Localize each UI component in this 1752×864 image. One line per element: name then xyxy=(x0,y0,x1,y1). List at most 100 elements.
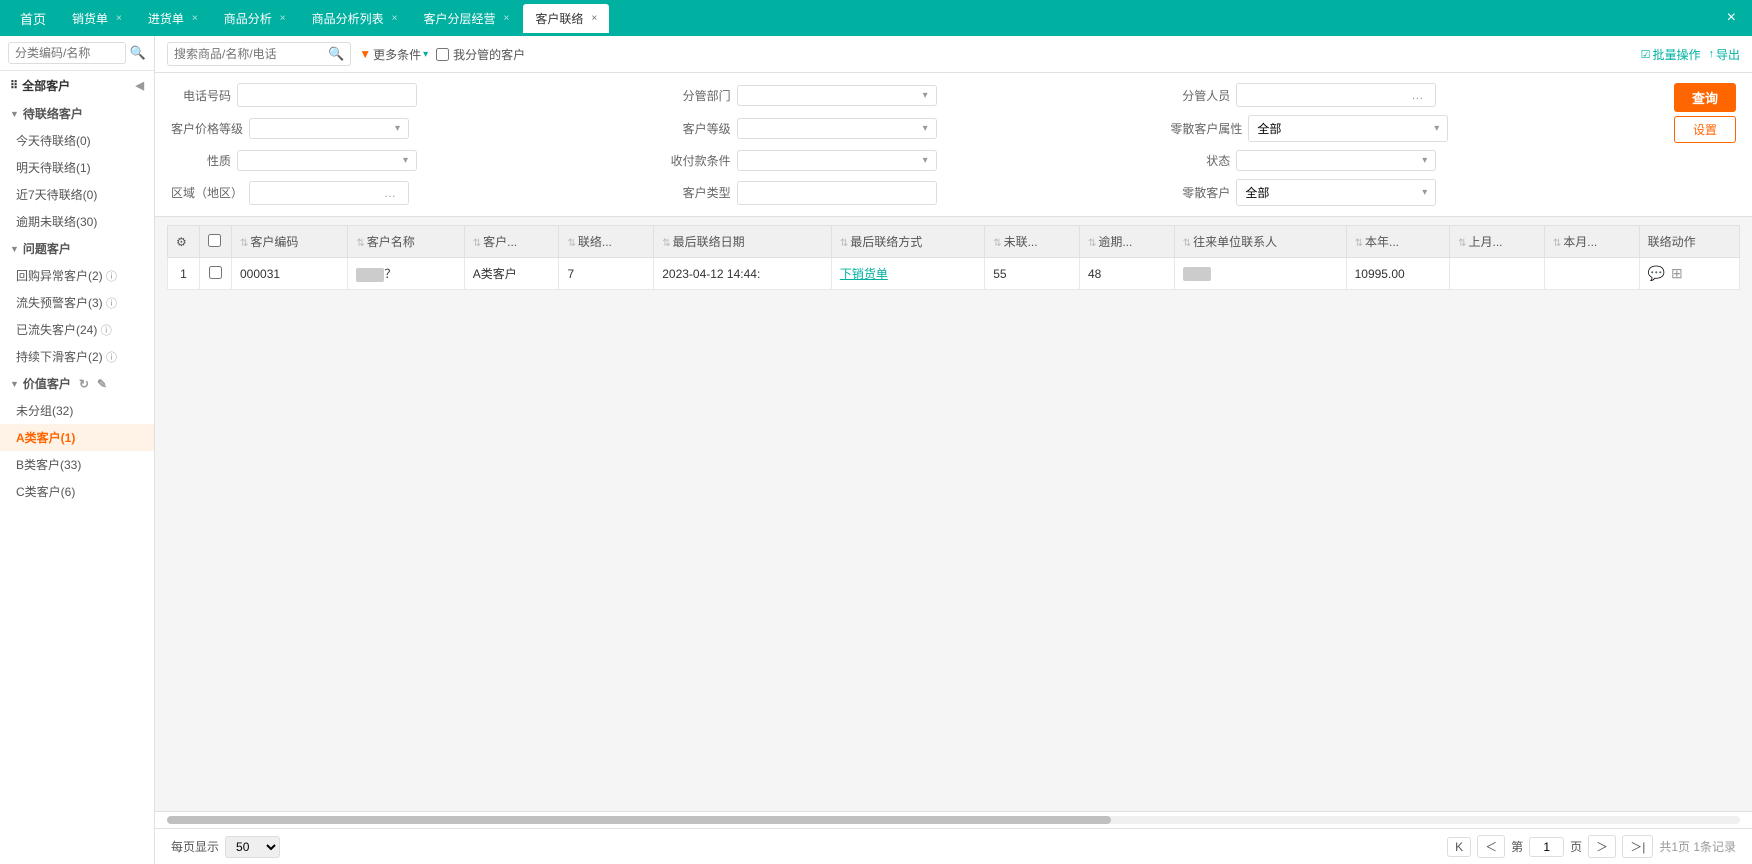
chevron-down-icon: ▾ xyxy=(403,155,408,166)
nav-tab-purchase[interactable]: 进货单 × xyxy=(136,4,210,33)
page-number-input[interactable] xyxy=(1529,837,1564,857)
sidebar-section-problem[interactable]: ▼ 问题客户 xyxy=(0,235,154,262)
cell-last-method[interactable]: 下销货单 xyxy=(831,258,984,290)
filter-row-2: 客户价格等级 ▾ 客户等级 ▾ xyxy=(171,115,1646,142)
sidebar-item-repurchase[interactable]: 回购异常客户(2) ⓘ xyxy=(0,262,154,289)
first-page-btn[interactable]: K xyxy=(1447,837,1471,857)
my-customers-checkbox[interactable] xyxy=(436,48,449,61)
filter-label-retail: 零散客户 xyxy=(1170,184,1230,201)
col-last-month[interactable]: ⇅上月... xyxy=(1450,226,1545,258)
search-input[interactable] xyxy=(174,47,324,61)
filter-dept-select[interactable]: ▾ xyxy=(737,85,937,106)
close-tab-customer-segment[interactable]: × xyxy=(503,13,509,24)
sidebar-item-ungrouped[interactable]: 未分组(32) xyxy=(0,397,154,424)
close-tab-customer-contact[interactable]: × xyxy=(591,13,597,24)
query-button[interactable]: 查询 xyxy=(1674,83,1736,112)
nav-tab-customer-contact[interactable]: 客户联络 × xyxy=(523,4,609,33)
filter-label-retail-attr: 零散客户属性 xyxy=(1170,120,1242,137)
page-size-area: 每页显示 50 20 100 xyxy=(171,836,280,858)
chevron-down-icon: ▾ xyxy=(923,90,928,101)
qr-action-icon[interactable]: ⊞ xyxy=(1671,265,1683,282)
filter-region-select[interactable]: … xyxy=(249,181,409,205)
search-icon[interactable]: 🔍 xyxy=(328,46,344,62)
cell-contacts: 7 xyxy=(559,258,654,290)
cell-overdue: 48 xyxy=(1079,258,1174,290)
close-tab-purchase[interactable]: × xyxy=(192,13,198,24)
close-tab-product-list[interactable]: × xyxy=(392,13,398,24)
col-unlinked[interactable]: ⇅未联... xyxy=(985,226,1080,258)
last-method-link[interactable]: 下销货单 xyxy=(840,267,888,281)
sidebar-item-overdue[interactable]: 逾期未联络(30) xyxy=(0,208,154,235)
refresh-icon[interactable]: ↻ xyxy=(79,377,89,391)
more-dots-icon[interactable]: … xyxy=(380,186,400,200)
filter-payment-select[interactable]: ▾ xyxy=(737,150,937,171)
filter-person-select[interactable]: … xyxy=(1236,83,1436,107)
prev-page-btn[interactable]: ＜ xyxy=(1477,835,1505,858)
filter-phone-input[interactable] xyxy=(237,83,417,107)
sidebar-item-declining[interactable]: 持续下滑客户(2) ⓘ xyxy=(0,343,154,370)
more-filter-btn[interactable]: ▼ 更多条件 ▾ xyxy=(359,46,428,63)
sidebar-item-a-class[interactable]: A类客户(1) xyxy=(0,424,154,451)
sidebar-section-pending[interactable]: ▼ 待联络客户 xyxy=(0,100,154,127)
row-checkbox[interactable] xyxy=(209,266,222,279)
filter-price-select[interactable]: ▾ xyxy=(249,118,409,139)
nav-tab-customer-segment[interactable]: 客户分层经营 × xyxy=(411,4,521,33)
filter-label-phone: 电话号码 xyxy=(171,87,231,104)
col-last-date[interactable]: ⇅最后联络日期 xyxy=(654,226,832,258)
col-this-year[interactable]: ⇅本年... xyxy=(1346,226,1449,258)
filter-status-select[interactable]: ▾ xyxy=(1236,150,1436,171)
sidebar-search-icon[interactable]: 🔍 xyxy=(130,45,146,61)
col-contact-person[interactable]: ⇅往来单位联系人 xyxy=(1174,226,1346,258)
col-settings[interactable]: ⚙ xyxy=(168,226,200,258)
sidebar-collapse-btn[interactable]: ◀ xyxy=(136,79,144,92)
chevron-down-icon: ▾ xyxy=(423,49,428,60)
col-action: 联络动作 xyxy=(1639,226,1739,258)
filter-customer-type-input[interactable] xyxy=(737,181,937,205)
col-overdue[interactable]: ⇅逾期... xyxy=(1079,226,1174,258)
filter-retail-attr-select[interactable]: 全部 ▾ xyxy=(1248,115,1448,142)
batch-op-btn[interactable]: ☑ 批量操作 xyxy=(1641,46,1701,63)
filter-nature-select[interactable]: ▾ xyxy=(237,150,417,171)
export-btn[interactable]: ↑ 导出 xyxy=(1708,46,1740,63)
sidebar-item-b-class[interactable]: B类客户(33) xyxy=(0,451,154,478)
sidebar-item-c-class[interactable]: C类客户(6) xyxy=(0,478,154,505)
more-dots-icon[interactable]: … xyxy=(1407,88,1427,102)
nav-home[interactable]: 首页 xyxy=(8,3,58,34)
filter-customer-level-select[interactable]: ▾ xyxy=(737,118,937,139)
sidebar-item-tomorrow[interactable]: 明天待联络(1) xyxy=(0,154,154,181)
close-tab-product-analysis[interactable]: × xyxy=(280,13,286,24)
sidebar-item-today[interactable]: 今天待联络(0) xyxy=(0,127,154,154)
sidebar-section-value[interactable]: ▼ 价值客户 ↻ ✎ xyxy=(0,370,154,397)
page-size-select[interactable]: 50 20 100 xyxy=(225,836,280,858)
search-box: 🔍 xyxy=(167,42,351,66)
cell-this-month xyxy=(1544,258,1639,290)
cell-contact-person xyxy=(1174,258,1346,290)
sidebar-item-7days[interactable]: 近7天待联络(0) xyxy=(0,181,154,208)
settings-button[interactable]: 设置 xyxy=(1674,116,1736,143)
cell-actions: 💬 ⊞ xyxy=(1639,258,1739,290)
table-area: ⚙ ⇅客户编码 ⇅客户名称 ⇅客户... ⇅联络... ⇅最后联络日期 ⇅最后联… xyxy=(155,217,1752,811)
close-tab-sales[interactable]: × xyxy=(116,13,122,24)
filter-retail-select[interactable]: 全部 ▾ xyxy=(1236,179,1436,206)
select-all-checkbox[interactable] xyxy=(208,234,221,247)
sidebar-search-input[interactable] xyxy=(8,42,126,64)
chat-action-icon[interactable]: 💬 xyxy=(1648,265,1665,282)
nav-tab-product-analysis[interactable]: 商品分析 × xyxy=(212,4,298,33)
nav-tab-sales[interactable]: 销货单 × xyxy=(60,4,134,33)
col-code[interactable]: ⇅客户编码 xyxy=(232,226,348,258)
sidebar-all-customers[interactable]: ⠿ 全部客户 ◀ xyxy=(0,71,154,100)
nav-tab-product-list[interactable]: 商品分析列表 × xyxy=(300,4,410,33)
sidebar-item-churn-warn[interactable]: 流失预警客户(3) ⓘ xyxy=(0,289,154,316)
col-this-month[interactable]: ⇅本月... xyxy=(1544,226,1639,258)
col-contacts[interactable]: ⇅联络... xyxy=(559,226,654,258)
close-all-btn[interactable]: × xyxy=(1719,9,1744,27)
bottom-bar: 每页显示 50 20 100 K ＜ 第 页 ＞ ＞| 共1页 1条记录 xyxy=(155,828,1752,864)
edit-icon[interactable]: ✎ xyxy=(97,377,107,391)
last-page-btn[interactable]: ＞| xyxy=(1622,835,1653,858)
sidebar-search-area: 🔍 xyxy=(0,36,154,71)
next-page-btn[interactable]: ＞ xyxy=(1588,835,1616,858)
col-type[interactable]: ⇅客户... xyxy=(464,226,559,258)
col-last-method[interactable]: ⇅最后联络方式 xyxy=(831,226,984,258)
sidebar-item-churned[interactable]: 已流失客户(24) ⓘ xyxy=(0,316,154,343)
col-name[interactable]: ⇅客户名称 xyxy=(348,226,464,258)
